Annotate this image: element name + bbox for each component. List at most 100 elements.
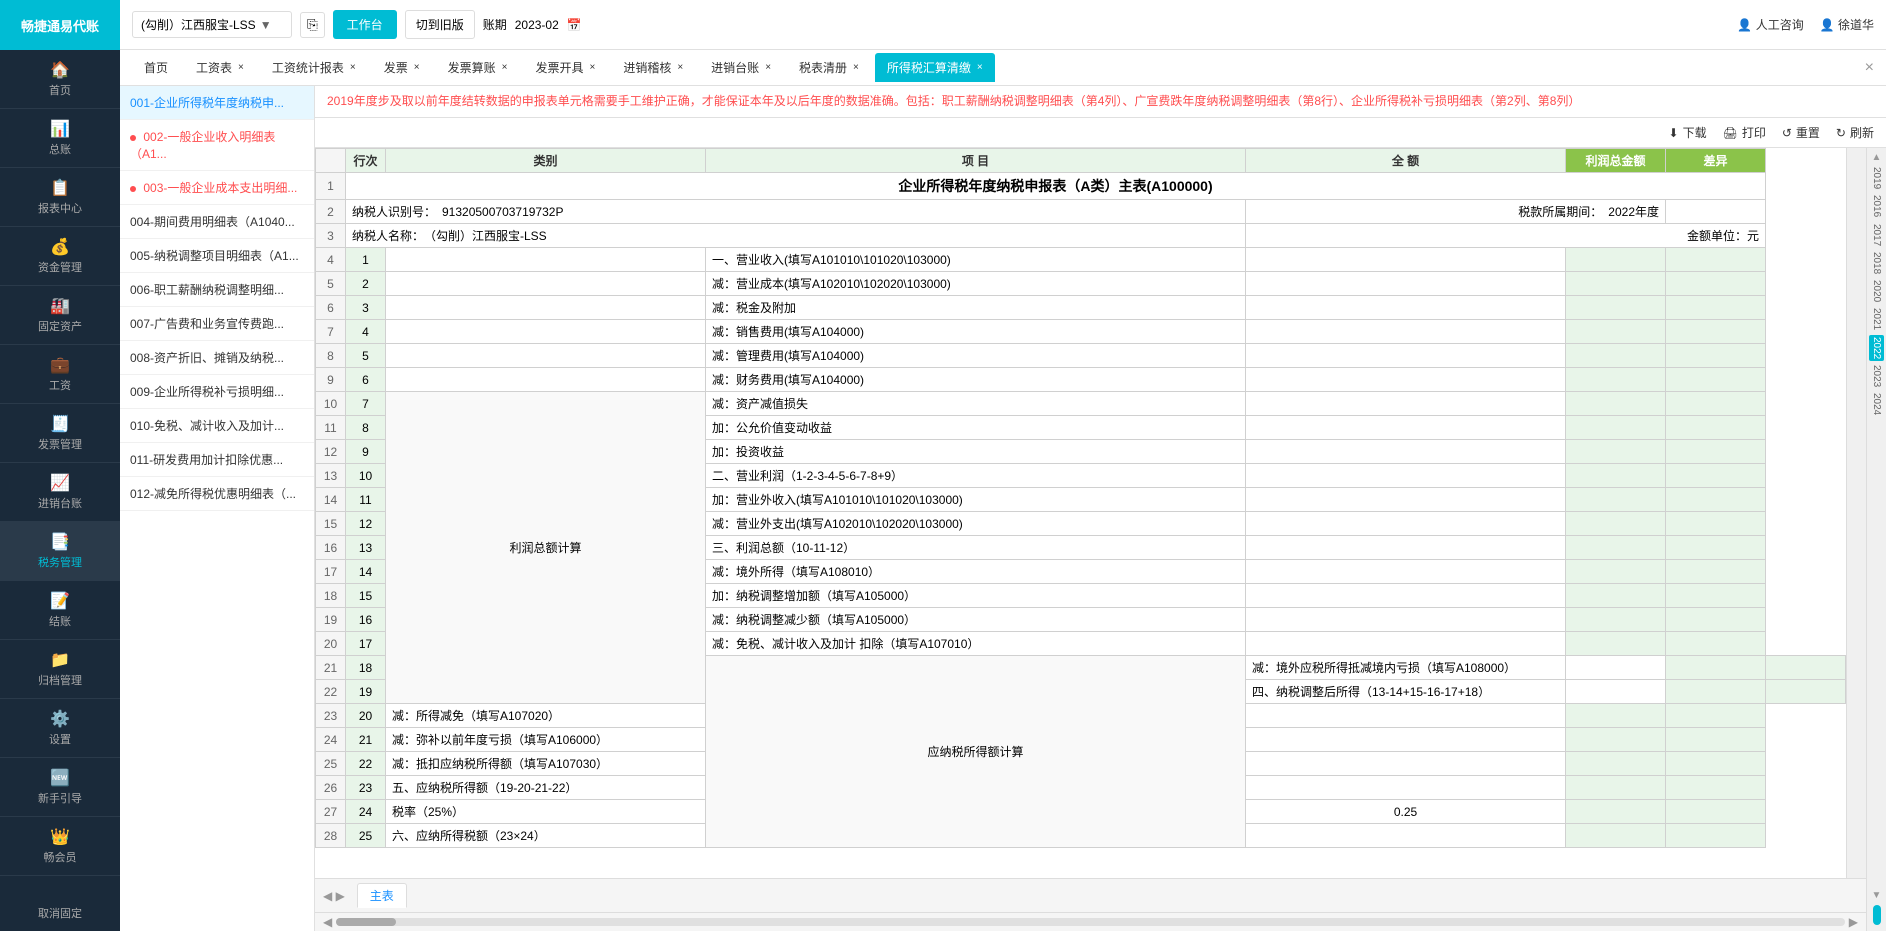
profit-cell[interactable]	[1566, 824, 1666, 848]
profit-cell[interactable]	[1566, 536, 1666, 560]
year-2021[interactable]: 2021	[1869, 306, 1884, 332]
tab-tax-list[interactable]: 税表清册 ×	[787, 53, 871, 82]
user-label[interactable]: 👤 徐道华	[1820, 16, 1874, 33]
sidebar-item-purchases[interactable]: 📈 进销台账	[0, 463, 120, 522]
item-cell[interactable]: 减：税金及附加	[706, 296, 1246, 320]
col-A-cell[interactable]: 9	[346, 440, 386, 464]
col-A-cell[interactable]: 23	[346, 776, 386, 800]
profit-cell[interactable]	[1566, 320, 1666, 344]
tab-income-tax[interactable]: 所得税汇算清缴 ×	[875, 53, 995, 82]
tab-purchase-check[interactable]: 进销稽核 ×	[611, 53, 695, 82]
profit-cell[interactable]	[1566, 728, 1666, 752]
left-panel-item-002[interactable]: 002-一般企业收入明细表（A1...	[120, 120, 314, 171]
col-A-cell[interactable]: 7	[346, 392, 386, 416]
col-A-cell[interactable]: 18	[346, 656, 386, 680]
item-cell[interactable]: 三、利润总额（10-11-12）	[706, 536, 1246, 560]
sidebar-item-tax[interactable]: 📑 税务管理	[0, 522, 120, 581]
left-panel-item-003[interactable]: 003-一般企业成本支出明细...	[120, 171, 314, 205]
close-icon[interactable]: ×	[589, 62, 595, 73]
diff-cell[interactable]	[1766, 656, 1846, 680]
profit-cell[interactable]	[1566, 344, 1666, 368]
item-cell[interactable]: 四、纳税调整后所得（13-14+15-16-17+18）	[1246, 680, 1566, 704]
item-cell[interactable]: 减：财务费用(填写A104000)	[706, 368, 1246, 392]
sidebar-item-salary[interactable]: 💼 工资	[0, 345, 120, 404]
profit-cell[interactable]	[1666, 680, 1766, 704]
sidebar-item-assets[interactable]: 🏭 固定资产	[0, 286, 120, 345]
col-A-cell[interactable]: 14	[346, 560, 386, 584]
item-cell[interactable]: 减：所得减免（填写A107020）	[386, 704, 706, 728]
amount-cell[interactable]	[1246, 776, 1566, 800]
profit-cell[interactable]	[1566, 416, 1666, 440]
diff-cell[interactable]	[1666, 344, 1766, 368]
col-A-cell[interactable]: 17	[346, 632, 386, 656]
diff-cell[interactable]	[1666, 272, 1766, 296]
col-A-cell[interactable]: 1	[346, 248, 386, 272]
diff-cell[interactable]	[1666, 728, 1766, 752]
year-2017[interactable]: 2017	[1869, 222, 1884, 248]
left-panel-item-012[interactable]: 012-减免所得税优惠明细表（...	[120, 477, 314, 511]
amount-cell[interactable]	[1246, 632, 1566, 656]
item-cell[interactable]: 减：管理费用(填写A104000)	[706, 344, 1246, 368]
diff-cell[interactable]	[1666, 752, 1766, 776]
amount-cell[interactable]	[1246, 296, 1566, 320]
workbench-button[interactable]: 工作台	[333, 10, 397, 39]
tab-salary-stats[interactable]: 工资统计报表 ×	[260, 53, 368, 82]
amount-cell[interactable]	[1246, 824, 1566, 848]
diff-cell[interactable]	[1766, 680, 1846, 704]
diff-cell[interactable]	[1666, 536, 1766, 560]
calendar-icon[interactable]: 📅	[567, 18, 582, 32]
diff-cell[interactable]	[1666, 296, 1766, 320]
diff-cell[interactable]	[1666, 824, 1766, 848]
amount-cell[interactable]	[1246, 248, 1566, 272]
year-2018[interactable]: 2018	[1869, 250, 1884, 276]
item-cell[interactable]: 税率（25%）	[386, 800, 706, 824]
profit-cell[interactable]	[1566, 368, 1666, 392]
profit-cell[interactable]	[1566, 560, 1666, 584]
amount-cell[interactable]	[1246, 536, 1566, 560]
profit-cell[interactable]	[1566, 248, 1666, 272]
amount-cell[interactable]	[1246, 728, 1566, 752]
tab-invoice-calc[interactable]: 发票算账 ×	[436, 53, 520, 82]
amount-cell[interactable]	[1246, 416, 1566, 440]
sidebar-item-guide[interactable]: 🆕 新手引导	[0, 758, 120, 817]
profit-cell[interactable]	[1566, 512, 1666, 536]
refresh-button[interactable]: ↻ 刷新	[1836, 124, 1874, 141]
switch-version-button[interactable]: 切到旧版	[405, 10, 475, 39]
profit-cell[interactable]	[1566, 632, 1666, 656]
close-icon[interactable]: ×	[350, 62, 356, 73]
col-A-cell[interactable]: 13	[346, 536, 386, 560]
col-A-cell[interactable]: 2	[346, 272, 386, 296]
profit-cell[interactable]	[1566, 800, 1666, 824]
item-cell[interactable]: 减：营业成本(填写A102010\102020\103000)	[706, 272, 1246, 296]
col-A-cell[interactable]: 3	[346, 296, 386, 320]
diff-cell[interactable]	[1666, 632, 1766, 656]
reset-button[interactable]: ↺ 重置	[1782, 124, 1820, 141]
amount-cell[interactable]	[1246, 440, 1566, 464]
col-A-cell[interactable]: 8	[346, 416, 386, 440]
profit-cell[interactable]	[1566, 464, 1666, 488]
profit-cell[interactable]	[1566, 488, 1666, 512]
profit-cell[interactable]	[1566, 392, 1666, 416]
profit-cell[interactable]	[1566, 584, 1666, 608]
profit-cell[interactable]	[1566, 776, 1666, 800]
diff-cell[interactable]	[1666, 440, 1766, 464]
amount-cell[interactable]	[1246, 464, 1566, 488]
left-panel-item-005[interactable]: 005-纳税调整项目明细表（A1...	[120, 239, 314, 273]
profit-cell[interactable]	[1566, 440, 1666, 464]
close-icon[interactable]: ×	[853, 62, 859, 73]
amount-cell[interactable]	[1246, 512, 1566, 536]
company-selector[interactable]: (勾削）江西服宝-LSS ▼	[132, 11, 292, 38]
diff-cell[interactable]	[1666, 704, 1766, 728]
left-panel-item-001[interactable]: 001-企业所得税年度纳税申...	[120, 86, 314, 120]
sidebar-pin-toggle[interactable]: 取消固定	[0, 895, 120, 931]
amount-cell[interactable]	[1246, 320, 1566, 344]
diff-cell[interactable]	[1666, 776, 1766, 800]
diff-cell[interactable]	[1666, 392, 1766, 416]
close-icon[interactable]: ×	[977, 62, 983, 73]
col-A-cell[interactable]: 19	[346, 680, 386, 704]
diff-cell[interactable]	[1666, 464, 1766, 488]
profit-cell[interactable]	[1566, 296, 1666, 320]
sidebar-item-close[interactable]: 📝 结账	[0, 581, 120, 640]
sheet-tab-main[interactable]: 主表	[357, 883, 407, 908]
item-cell[interactable]: 加：公允价值变动收益	[706, 416, 1246, 440]
